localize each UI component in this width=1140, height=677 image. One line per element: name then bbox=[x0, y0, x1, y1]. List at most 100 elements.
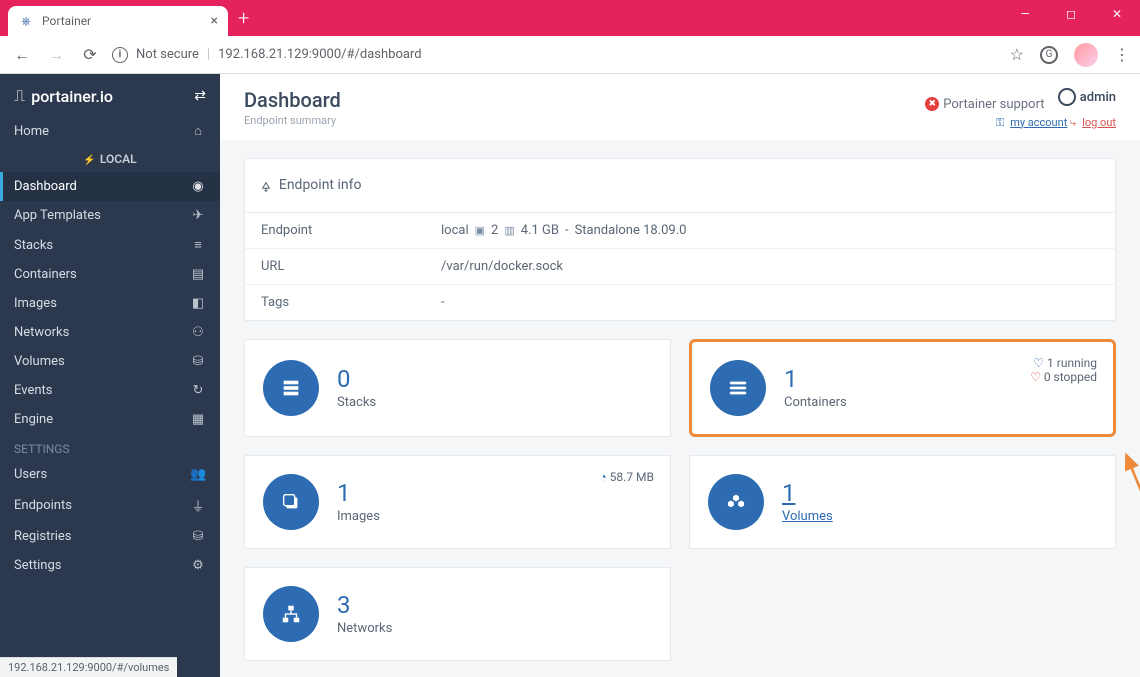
card-count: 1 bbox=[337, 479, 380, 507]
info-row-url: URL /var/run/docker.sock bbox=[245, 249, 1115, 285]
profile-avatar[interactable] bbox=[1074, 43, 1098, 67]
reload-button[interactable]: ⟳ bbox=[78, 43, 102, 67]
card-stacks[interactable]: 0 Stacks bbox=[244, 339, 671, 437]
user-chip[interactable]: admin bbox=[1058, 88, 1116, 106]
sidebar-item-label: Volumes bbox=[14, 354, 65, 369]
minimize-button[interactable]: — bbox=[1002, 0, 1048, 28]
close-window-button[interactable]: ✕ bbox=[1094, 0, 1140, 28]
sidebar-item-volumes[interactable]: Volumes ⛁ bbox=[0, 347, 220, 376]
extension-icon[interactable]: G bbox=[1040, 46, 1058, 64]
users-icon: 👥 bbox=[190, 467, 206, 482]
gear-icon: ⚙ bbox=[190, 558, 206, 573]
browser-toolbar-right: ☆ G ⋮ bbox=[1010, 43, 1130, 67]
info-value: - bbox=[441, 295, 1099, 310]
heartbeat-running-icon: ♡ bbox=[1033, 356, 1044, 370]
sidebar-item-label: Settings bbox=[14, 558, 61, 573]
sidebar-item-label: Containers bbox=[14, 267, 77, 282]
volumes-card-icon bbox=[708, 474, 764, 530]
disk-icon: ◔ bbox=[599, 470, 606, 484]
endpoint-info-panel: 🜍 Endpoint info Endpoint local ▣2 ▥4.1 G… bbox=[244, 158, 1116, 321]
sidebar-item-endpoints[interactable]: Endpoints ⏚ bbox=[0, 489, 220, 522]
page-title: Dashboard bbox=[244, 88, 341, 112]
support-text: Portainer support bbox=[943, 97, 1044, 112]
plug-icon: ⏚ bbox=[190, 496, 206, 515]
info-row-endpoint: Endpoint local ▣2 ▥4.1 GB - Standalone 1… bbox=[245, 213, 1115, 249]
home-icon: ⌂ bbox=[190, 123, 206, 139]
address-bar[interactable]: i Not secure | 192.168.21.129:9000/#/das… bbox=[112, 47, 1000, 63]
my-account-link[interactable]: my account bbox=[1010, 116, 1067, 129]
menu-icon[interactable]: ⋮ bbox=[1114, 45, 1130, 64]
logo-text: portainer.io bbox=[31, 87, 113, 106]
gauge-icon: 🜍 bbox=[261, 171, 271, 200]
info-label: URL bbox=[261, 259, 441, 274]
sidebar-item-label: Events bbox=[14, 383, 52, 398]
card-label: Stacks bbox=[337, 395, 376, 410]
collapse-icon[interactable]: ⇄ bbox=[194, 88, 206, 104]
card-networks[interactable]: 3 Networks bbox=[244, 567, 671, 661]
sidebar-item-label: Images bbox=[14, 296, 57, 311]
crane-icon: ⎍ bbox=[14, 86, 25, 106]
sidebar-item-templates[interactable]: App Templates ✈ bbox=[0, 201, 220, 230]
panel-title: Endpoint info bbox=[279, 177, 362, 193]
stack-icon: ≡ bbox=[190, 237, 206, 253]
not-secure-label: Not secure bbox=[136, 47, 199, 62]
new-tab-button[interactable]: + bbox=[238, 6, 249, 30]
images-size: ◔ 58.7 MB bbox=[599, 470, 654, 484]
info-label: Tags bbox=[261, 295, 441, 310]
url-text: 192.168.21.129:9000/#/dashboard bbox=[218, 47, 421, 62]
sidebar-item-events[interactable]: Events ↻ bbox=[0, 376, 220, 405]
back-button[interactable]: ← bbox=[10, 43, 34, 67]
sidebar-item-containers[interactable]: Containers ▤ bbox=[0, 260, 220, 289]
close-tab-icon[interactable]: × bbox=[211, 13, 218, 29]
containers-card-icon bbox=[710, 360, 766, 416]
card-count: 0 bbox=[337, 365, 376, 393]
logout-link[interactable]: log out bbox=[1082, 116, 1116, 129]
images-card-icon bbox=[263, 474, 319, 530]
username: admin bbox=[1080, 90, 1116, 105]
sidebar-item-home[interactable]: Home ⌂ bbox=[0, 116, 220, 146]
browser-tab[interactable]: ⎈ Portainer × bbox=[8, 6, 228, 36]
card-count: 1 bbox=[784, 365, 847, 393]
sidebar-local-header: LOCAL bbox=[0, 146, 220, 172]
portainer-logo[interactable]: ⎍ portainer.io bbox=[14, 86, 113, 106]
card-containers[interactable]: 1 Containers ♡ 1 running ♡ 0 stopped bbox=[689, 339, 1116, 437]
sidebar-item-settings[interactable]: Settings ⚙ bbox=[0, 551, 220, 580]
browser-nav-bar: ← → ⟳ i Not secure | 192.168.21.129:9000… bbox=[0, 36, 1140, 74]
user-icon bbox=[1058, 88, 1076, 106]
database-icon: ⛁ bbox=[190, 529, 206, 544]
sidebar-item-images[interactable]: Images ◧ bbox=[0, 289, 220, 318]
logout-icon: ⤷ bbox=[1070, 116, 1076, 129]
card-label: Networks bbox=[337, 621, 392, 636]
info-row-tags: Tags - bbox=[245, 285, 1115, 320]
sidebar-item-engine[interactable]: Engine ▦ bbox=[0, 405, 220, 434]
star-icon[interactable]: ☆ bbox=[1010, 45, 1024, 64]
card-label: Containers bbox=[784, 395, 847, 410]
sidebar-item-networks[interactable]: Networks ⚇ bbox=[0, 318, 220, 347]
memory-icon: ▥ bbox=[504, 224, 514, 237]
portainer-favicon: ⎈ bbox=[18, 13, 34, 29]
sidebar-item-label: App Templates bbox=[14, 208, 101, 223]
events-icon: ↻ bbox=[190, 383, 206, 398]
card-volumes[interactable]: 1 Volumes bbox=[689, 455, 1116, 549]
sidebar-item-stacks[interactable]: Stacks ≡ bbox=[0, 230, 220, 260]
maximize-button[interactable]: ◻ bbox=[1048, 0, 1094, 28]
sidebar-item-dashboard[interactable]: Dashboard ◉ bbox=[0, 172, 220, 201]
sidebar-item-registries[interactable]: Registries ⛁ bbox=[0, 522, 220, 551]
card-label: Images bbox=[337, 509, 380, 524]
card-images[interactable]: 1 Images ◔ 58.7 MB bbox=[244, 455, 671, 549]
sidebar-item-users[interactable]: Users 👥 bbox=[0, 460, 220, 489]
sidebar-item-label: Users bbox=[14, 467, 47, 482]
support-link[interactable]: ✖ Portainer support bbox=[925, 97, 1044, 112]
containers-status: ♡ 1 running ♡ 0 stopped bbox=[1030, 356, 1097, 384]
sidebar-item-label: Networks bbox=[14, 325, 69, 340]
stacks-icon bbox=[263, 360, 319, 416]
page-subtitle: Endpoint summary bbox=[244, 114, 341, 127]
main-area: Dashboard Endpoint summary ✖ Portainer s… bbox=[220, 74, 1140, 677]
forward-button[interactable]: → bbox=[44, 43, 68, 67]
tab-title: Portainer bbox=[42, 14, 91, 28]
card-label: Volumes bbox=[782, 509, 833, 524]
sidebar-item-label: Endpoints bbox=[14, 498, 72, 513]
key-icon: ⚿ bbox=[996, 116, 1004, 129]
info-label: Endpoint bbox=[261, 223, 441, 238]
sidebar-settings-header: SETTINGS bbox=[0, 434, 220, 460]
